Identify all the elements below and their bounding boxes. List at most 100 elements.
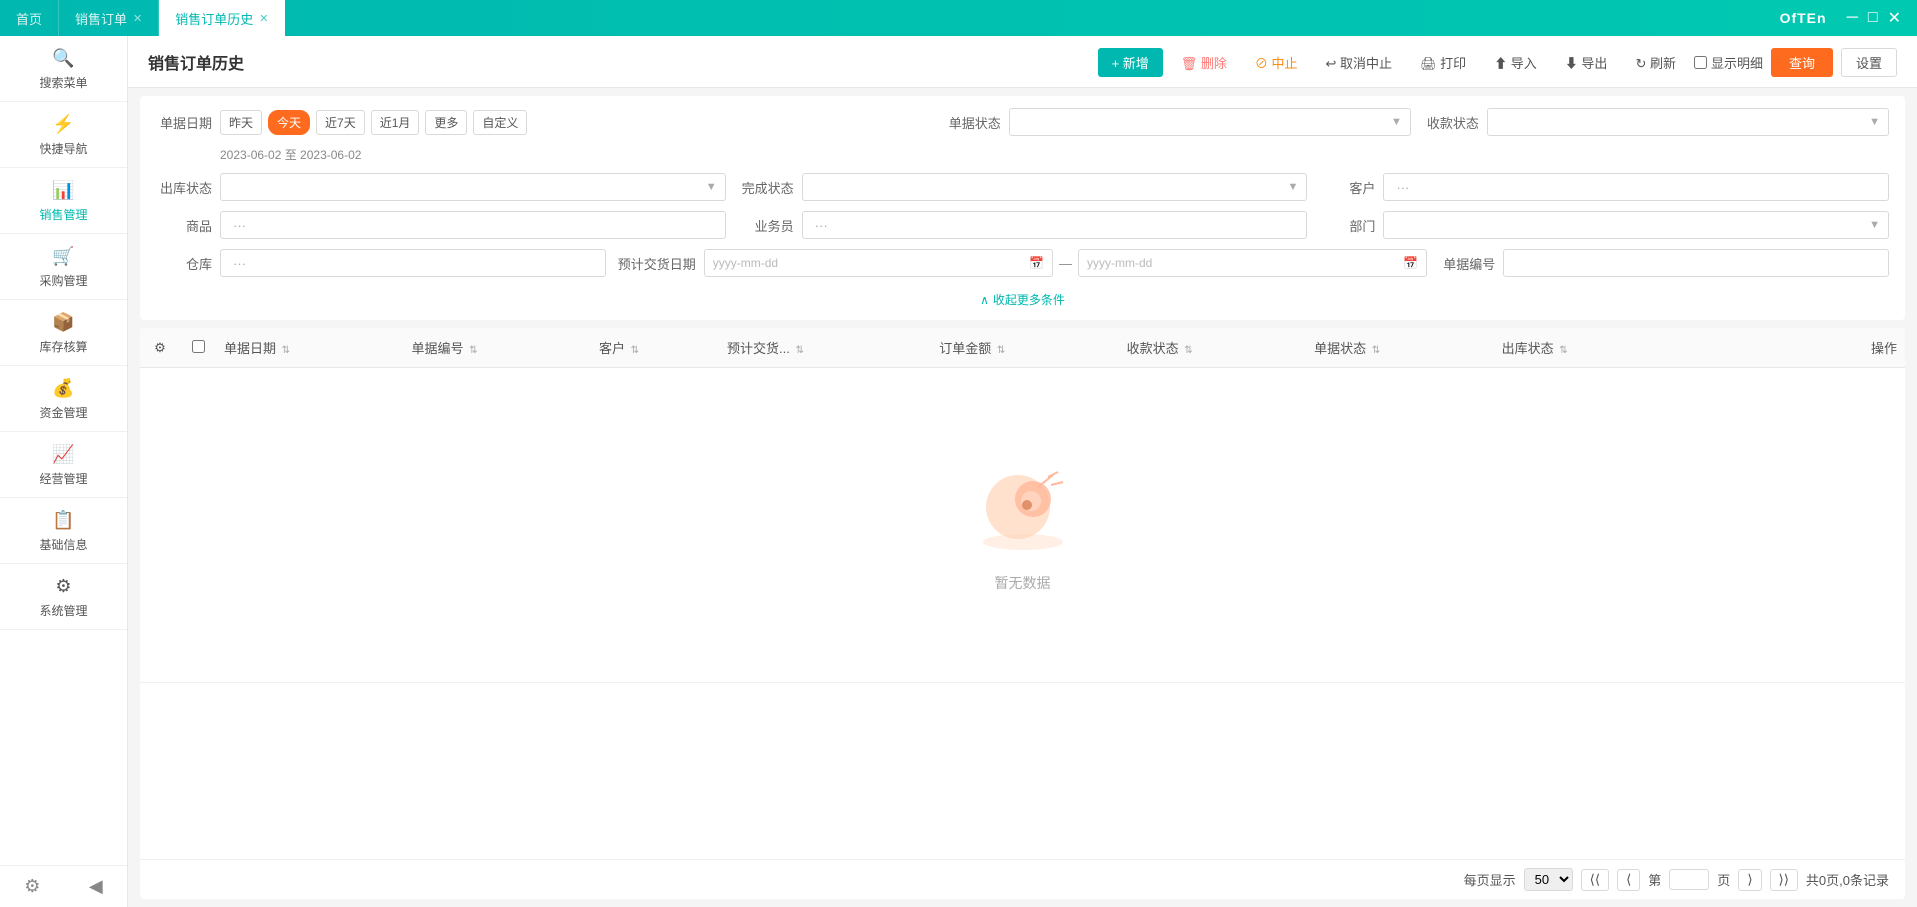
th-order-status-sort-icon[interactable]: ⇅ xyxy=(1372,345,1380,356)
page-number-input[interactable]: 1 xyxy=(1669,869,1709,890)
prev-page-btn[interactable]: ⟨ xyxy=(1617,869,1640,891)
table-body: 暂无数据 xyxy=(140,368,1905,683)
filter-row-4: 仓库 ··· 预计交货日期 yyyy-mm-dd 📅 — yyyy xyxy=(156,249,1889,277)
sidebar-item-basic-info[interactable]: 📋 基础信息 xyxy=(0,498,127,564)
sidebar-item-sales[interactable]: 📊 销售管理 xyxy=(0,168,127,234)
calendar-end-icon[interactable]: 📅 xyxy=(1403,256,1418,270)
date-group: 昨天 今天 近7天 近1月 更多 自定义 xyxy=(220,110,933,135)
th-customer-sort-icon[interactable]: ⇅ xyxy=(631,345,639,356)
date-today[interactable]: 今天 xyxy=(268,110,310,135)
delete-button[interactable]: 🗑 删除 xyxy=(1171,49,1237,76)
filter-section: 单据日期 昨天 今天 近7天 近1月 更多 自定义 单据状态 ▼ xyxy=(140,96,1905,320)
cancel-stop-button[interactable]: ↩ 取消中止 xyxy=(1316,49,1403,76)
product-input[interactable]: ··· xyxy=(220,211,726,239)
tab-sales-order-history[interactable]: 销售订单历史 ✕ xyxy=(159,0,285,36)
show-cols-checkbox[interactable] xyxy=(1694,56,1707,69)
salesperson-dots: ··· xyxy=(811,218,832,233)
delivery-date-range: yyyy-mm-dd 📅 — yyyy-mm-dd 📅 xyxy=(704,249,1428,277)
salesperson-input[interactable]: ··· xyxy=(802,211,1308,239)
inventory-icon: 📦 xyxy=(52,312,74,333)
refresh-button[interactable]: ↻ 刷新 xyxy=(1625,49,1686,76)
order-no-input[interactable] xyxy=(1503,249,1889,277)
th-delivery-date-sort-icon[interactable]: ⇅ xyxy=(795,345,803,356)
filter-delivery-date-item: 预计交货日期 yyyy-mm-dd 📅 — yyyy-mm-dd 📅 xyxy=(618,249,1428,277)
import-button[interactable]: ⬆ 导入 xyxy=(1484,49,1547,76)
filter-customer-item: 客户 ··· xyxy=(1319,173,1889,201)
warehouse-input[interactable]: ··· xyxy=(220,249,606,277)
tab-home-label: 首页 xyxy=(16,9,42,28)
query-button[interactable]: 查询 xyxy=(1771,48,1833,77)
tab-home[interactable]: 首页 xyxy=(0,0,59,36)
pagination: 每页显示 50 ⟨⟨ ⟨ 第 1 页 ⟩ ⟩⟩ 共0页,0条记录 xyxy=(140,859,1905,899)
sidebar-collapse-icon[interactable]: ◀ xyxy=(89,876,103,897)
th-order-status: 单据状态 ⇅ xyxy=(1306,328,1493,368)
date-yesterday[interactable]: 昨天 xyxy=(220,110,262,135)
th-delivery-status-sort-icon[interactable]: ⇅ xyxy=(1559,345,1567,356)
next-page-btn[interactable]: ⟩ xyxy=(1738,869,1761,891)
date-more[interactable]: 更多 xyxy=(425,110,467,135)
collapse-bar[interactable]: ∧ 收起更多条件 xyxy=(156,287,1889,308)
th-amount-sort-icon[interactable]: ⇅ xyxy=(997,345,1005,356)
calendar-start-icon[interactable]: 📅 xyxy=(1029,256,1044,270)
first-page-btn[interactable]: ⟨⟨ xyxy=(1581,869,1609,891)
customer-label: 客户 xyxy=(1319,178,1375,197)
payment-status-select[interactable]: ▼ xyxy=(1487,108,1889,136)
settings-button[interactable]: 设置 xyxy=(1841,48,1897,77)
gear-col-icon[interactable]: ⚙ xyxy=(154,340,166,355)
date-1month[interactable]: 近1月 xyxy=(371,110,420,135)
complete-status-arrow-icon: ▼ xyxy=(1287,181,1298,193)
th-checkbox xyxy=(180,328,216,368)
sidebar-settings-icon[interactable]: ⚙ xyxy=(24,876,40,897)
date-7days[interactable]: 近7天 xyxy=(316,110,365,135)
sidebar-item-finance[interactable]: 💰 资金管理 xyxy=(0,366,127,432)
tab-sales-order-close[interactable]: ✕ xyxy=(133,12,142,25)
sidebar-item-operations[interactable]: 📈 经营管理 xyxy=(0,432,127,498)
tab-sales-order-history-close[interactable]: ✕ xyxy=(259,12,268,25)
top-bar-right: OfTEn ─ □ ✕ xyxy=(1770,8,1917,28)
close-btn[interactable]: ✕ xyxy=(1888,8,1901,28)
sidebar-item-purchase[interactable]: 🛒 采购管理 xyxy=(0,234,127,300)
department-select[interactable]: ▼ xyxy=(1383,211,1889,239)
th-amount: 订单金额 ⇅ xyxy=(931,328,1118,368)
minimize-btn[interactable]: ─ xyxy=(1847,9,1858,27)
salesperson-label: 业务员 xyxy=(738,216,794,235)
sidebar-item-search[interactable]: 🔍 搜索菜单 xyxy=(0,36,127,102)
filter-payment-status-item: 收款状态 ▼ xyxy=(1423,108,1889,136)
date-range-row: 2023-06-02 至 2023-06-02 xyxy=(156,146,1889,163)
delivery-date-end[interactable]: yyyy-mm-dd 📅 xyxy=(1078,249,1427,277)
per-page-select[interactable]: 50 xyxy=(1524,868,1573,891)
order-status-select[interactable]: ▼ xyxy=(1009,108,1411,136)
th-no-sort-icon[interactable]: ⇅ xyxy=(469,345,477,356)
product-dots: ··· xyxy=(229,218,250,233)
sidebar-item-inventory-label: 库存核算 xyxy=(39,338,87,355)
top-bar: 首页 销售订单 ✕ 销售订单历史 ✕ OfTEn ─ □ ✕ xyxy=(0,0,1917,36)
export-button[interactable]: ⬇ 导出 xyxy=(1555,49,1618,76)
th-order-status-label: 单据状态 xyxy=(1314,341,1366,356)
stop-button[interactable]: ⊘ 中止 xyxy=(1245,49,1308,76)
table-wrapper: ⚙ 单据日期 ⇅ 单据编号 ⇅ xyxy=(140,328,1905,859)
customer-input[interactable]: ··· xyxy=(1383,173,1889,201)
sidebar-item-quicknav[interactable]: ⚡ 快捷导航 xyxy=(0,102,127,168)
filter-product-item: 商品 ··· xyxy=(156,211,726,239)
filter-complete-status-item: 完成状态 ▼ xyxy=(738,173,1308,201)
last-page-btn[interactable]: ⟩⟩ xyxy=(1770,869,1798,891)
delivery-status-arrow-icon: ▼ xyxy=(706,181,717,193)
new-button[interactable]: + 新增 xyxy=(1098,48,1163,77)
search-menu-icon: 🔍 xyxy=(52,48,74,69)
sidebar-item-system[interactable]: ⚙ 系统管理 xyxy=(0,564,127,630)
th-date-sort-icon[interactable]: ⇅ xyxy=(282,345,290,356)
delivery-status-select[interactable]: ▼ xyxy=(220,173,726,201)
collapse-up-icon: ∧ xyxy=(980,293,989,307)
tab-sales-order[interactable]: 销售订单 ✕ xyxy=(59,0,159,36)
th-payment-status-sort-icon[interactable]: ⇅ xyxy=(1184,345,1192,356)
date-custom[interactable]: 自定义 xyxy=(473,110,527,135)
page-label-suffix: 页 xyxy=(1717,870,1730,889)
table-header-row: ⚙ 单据日期 ⇅ 单据编号 ⇅ xyxy=(140,328,1905,368)
sidebar-item-inventory[interactable]: 📦 库存核算 xyxy=(0,300,127,366)
maximize-btn[interactable]: □ xyxy=(1868,9,1878,27)
filter-warehouse-item: 仓库 ··· xyxy=(156,249,606,277)
select-all-checkbox[interactable] xyxy=(192,340,205,353)
print-button[interactable]: 🖨 打印 xyxy=(1410,49,1476,76)
delivery-date-start[interactable]: yyyy-mm-dd 📅 xyxy=(704,249,1053,277)
complete-status-select[interactable]: ▼ xyxy=(802,173,1308,201)
